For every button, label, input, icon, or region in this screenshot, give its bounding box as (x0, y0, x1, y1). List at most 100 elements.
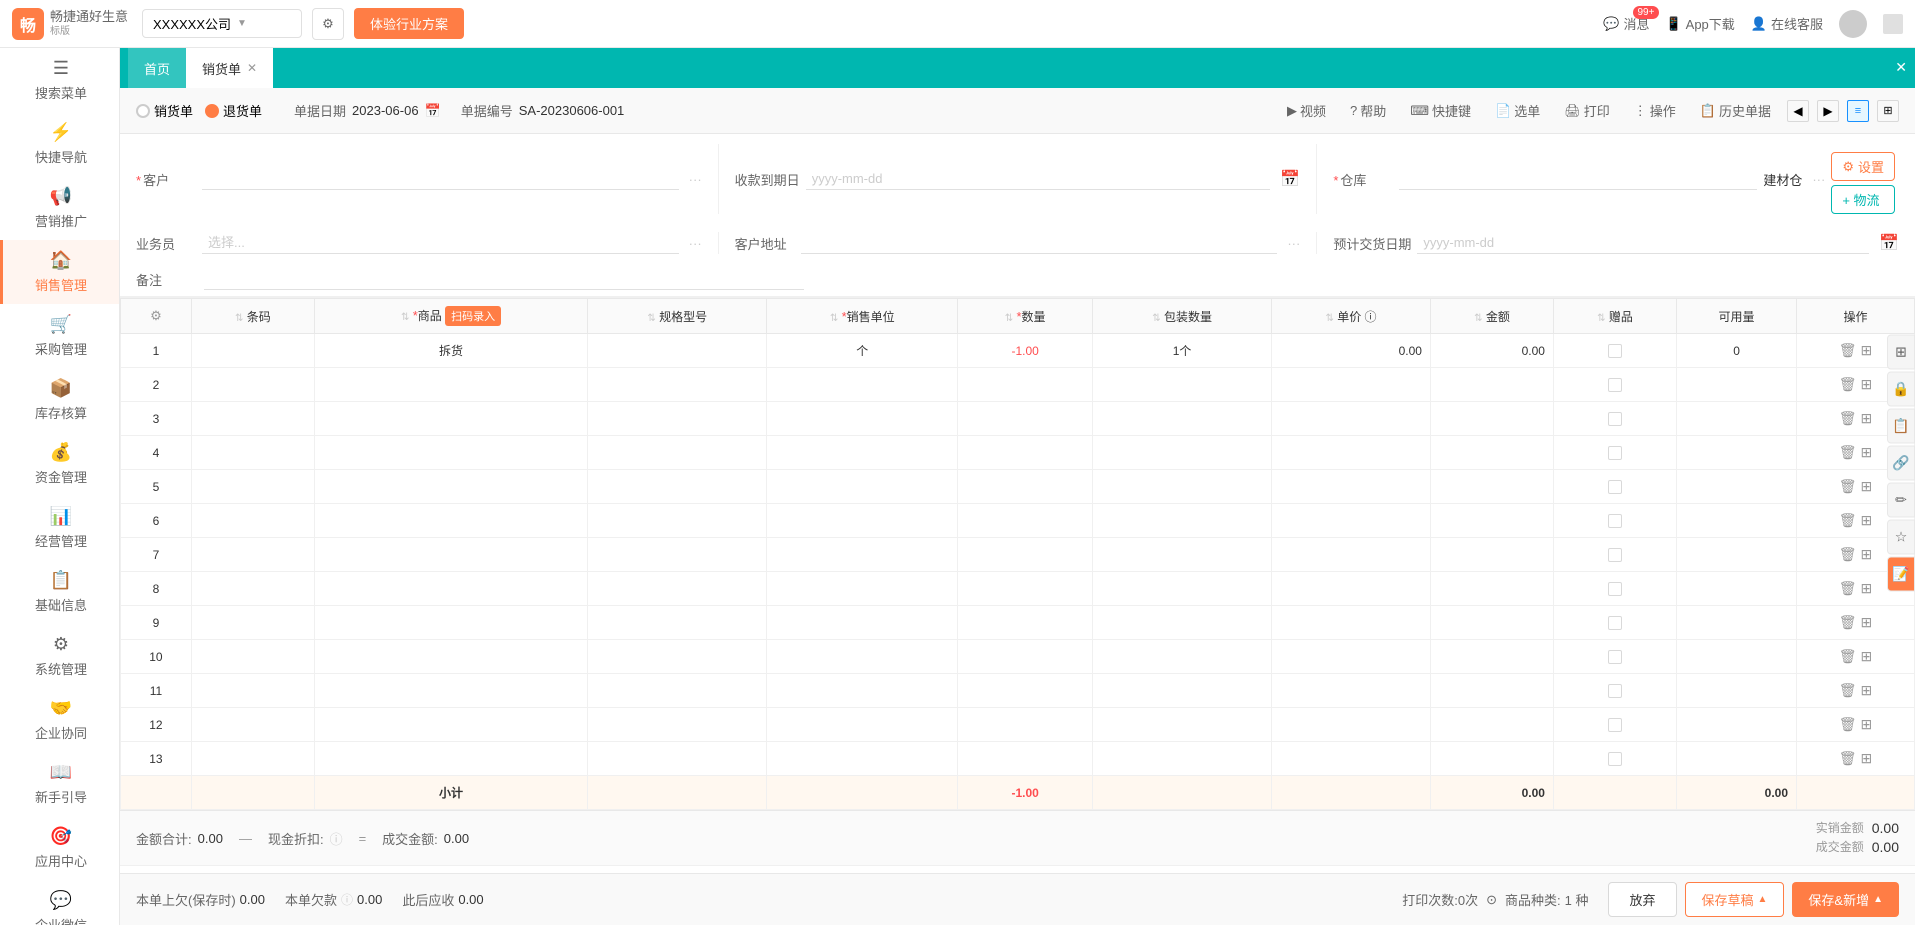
salesperson-input[interactable] (202, 232, 679, 254)
discard-button[interactable]: 放弃 (1608, 882, 1676, 917)
tab-close-all-icon[interactable]: ✕ (1895, 59, 1907, 75)
sidebar-item-purchase[interactable]: 🛒 采购管理 (0, 304, 119, 368)
row-9-copy[interactable]: ⊞ (1861, 614, 1873, 631)
receipt-calendar-icon[interactable]: 📅 (1280, 169, 1300, 189)
select-order-btn[interactable]: 📄 选单 (1487, 98, 1548, 123)
tab-close-icon[interactable]: ✕ (247, 61, 257, 75)
row-4-copy[interactable]: ⊞ (1861, 444, 1873, 461)
row-1-spec[interactable] (588, 334, 767, 368)
sidebar-item-collab[interactable]: 🤝 企业协同 (0, 688, 119, 752)
video-btn[interactable]: ▶ 视频 (1279, 98, 1334, 123)
sidebar-item-finance[interactable]: 💰 资金管理 (0, 432, 119, 496)
customer-dots[interactable]: ··· (689, 172, 702, 187)
row-13-delete[interactable]: 🗑 (1839, 750, 1857, 767)
row-5-copy[interactable]: ⊞ (1861, 478, 1873, 495)
online-service-button[interactable]: 👤 在线客服 (1751, 14, 1823, 33)
row-10-copy[interactable]: ⊞ (1861, 648, 1873, 665)
float-note-btn[interactable]: 📝 (1887, 556, 1915, 591)
sidebar-item-sales[interactable]: 🏠 销售管理 (0, 240, 119, 304)
tab-sales-order[interactable]: 销货单 ✕ (186, 48, 273, 88)
owed-help-icon[interactable]: ⓘ (341, 891, 353, 908)
float-link-btn[interactable]: 🔗 (1887, 445, 1915, 480)
messages-button[interactable]: 💬 消息 99+ (1603, 14, 1649, 33)
discount-help-icon[interactable]: ⓘ (330, 829, 343, 848)
delivery-calendar-icon[interactable]: 📅 (1879, 233, 1899, 253)
scan-input-btn[interactable]: 扫码录入 (445, 306, 501, 326)
row-1-barcode[interactable] (191, 334, 314, 368)
sidebar-item-system[interactable]: ⚙ 系统管理 (0, 624, 119, 688)
salesperson-dots[interactable]: ··· (689, 236, 702, 251)
delivery-date-input[interactable] (1417, 232, 1869, 254)
row-1-copy-btn[interactable]: ⊞ (1861, 342, 1873, 359)
col-settings-header[interactable]: ⚙ (121, 299, 192, 334)
row-10-delete[interactable]: 🗑 (1839, 648, 1857, 665)
save-draft-button[interactable]: 保存草稿 ▲ (1685, 882, 1785, 917)
logistics-btn[interactable]: + 物流 (1831, 185, 1895, 214)
row-1-unit-price[interactable]: 0.00 (1272, 334, 1431, 368)
row-13-copy[interactable]: ⊞ (1861, 750, 1873, 767)
sidebar-item-guide[interactable]: 📖 新手引导 (0, 752, 119, 816)
row-7-delete[interactable]: 🗑 (1839, 546, 1857, 563)
row-12-copy[interactable]: ⊞ (1861, 716, 1873, 733)
row-6-copy[interactable]: ⊞ (1861, 512, 1873, 529)
product-type-selector[interactable]: 商品种类: 1 种 (1505, 890, 1588, 909)
row-6-delete[interactable]: 🗑 (1839, 512, 1857, 529)
user-avatar[interactable] (1839, 10, 1867, 38)
remark-input[interactable] (204, 268, 804, 290)
calendar-icon[interactable]: 📅 (425, 103, 441, 119)
trial-button[interactable]: 体验行业方案 (354, 8, 464, 39)
grid-view-btn[interactable]: ⊞ (1877, 100, 1899, 122)
shortcut-btn[interactable]: ⌨ 快捷键 (1402, 98, 1479, 123)
user-avatar-2[interactable] (1883, 14, 1903, 34)
help-btn[interactable]: ? 帮助 (1342, 98, 1394, 123)
row-8-delete[interactable]: 🗑 (1839, 580, 1857, 597)
save-new-button[interactable]: 保存&新增 ▲ (1792, 882, 1899, 917)
sidebar-item-basic[interactable]: 📋 基础信息 (0, 560, 119, 624)
row-2-copy[interactable]: ⊞ (1861, 376, 1873, 393)
warehouse-input[interactable] (1399, 168, 1757, 190)
operation-btn[interactable]: ⋮ 操作 (1626, 98, 1684, 123)
row-5-delete[interactable]: 🗑 (1839, 478, 1857, 495)
row-12-delete[interactable]: 🗑 (1839, 716, 1857, 733)
float-edit-btn[interactable]: ✏ (1887, 482, 1915, 517)
row-3-delete[interactable]: 🗑 (1839, 410, 1857, 427)
row-1-quantity[interactable]: -1.00 (958, 334, 1093, 368)
row-7-copy[interactable]: ⊞ (1861, 546, 1873, 563)
history-btn[interactable]: 📋 历史单据 (1692, 98, 1779, 123)
radio-sales-order[interactable]: 销货单 (136, 101, 193, 120)
print-btn[interactable]: 🖨 打印 (1556, 98, 1618, 123)
row-3-copy[interactable]: ⊞ (1861, 410, 1873, 427)
float-expand-btn[interactable]: ⊞ (1887, 334, 1915, 369)
sidebar-item-management[interactable]: 📊 经营管理 (0, 496, 119, 560)
row-9-delete[interactable]: 🗑 (1839, 614, 1857, 631)
company-selector[interactable]: XXXXXX公司 ▼ (142, 9, 302, 38)
sidebar-item-quick[interactable]: ⚡ 快捷导航 (0, 112, 119, 176)
row-1-gift[interactable] (1553, 334, 1676, 368)
settings-btn[interactable]: ⚙ 设置 (1831, 152, 1895, 181)
next-btn[interactable]: ▶ (1817, 100, 1839, 122)
sidebar-item-apps[interactable]: 🎯 应用中心 (0, 816, 119, 880)
float-star-btn[interactable]: ☆ (1887, 519, 1915, 554)
list-view-btn[interactable]: ≡ (1847, 100, 1869, 122)
product-type-radio-icon[interactable]: ⊙ (1486, 892, 1497, 908)
sidebar-item-wechat[interactable]: 💬 企业微信 (0, 880, 119, 925)
float-clipboard-btn[interactable]: 📋 (1887, 408, 1915, 443)
settings-gear-button[interactable]: ⚙ (312, 8, 344, 40)
address-dots[interactable]: ··· (1287, 236, 1300, 251)
row-11-copy[interactable]: ⊞ (1861, 682, 1873, 699)
sidebar-item-search[interactable]: ☰ 搜索菜单 (0, 48, 119, 112)
float-lock-btn[interactable]: 🔒 (1887, 371, 1915, 406)
customer-address-input[interactable] (801, 232, 1278, 254)
row-8-copy[interactable]: ⊞ (1861, 580, 1873, 597)
row-4-delete[interactable]: 🗑 (1839, 444, 1857, 461)
sidebar-item-marketing[interactable]: 📢 营销推广 (0, 176, 119, 240)
row-11-delete[interactable]: 🗑 (1839, 682, 1857, 699)
receipt-date-input[interactable] (806, 168, 1271, 190)
sidebar-item-inventory[interactable]: 📦 库存核算 (0, 368, 119, 432)
customer-input[interactable] (202, 168, 679, 190)
tab-home[interactable]: 首页 (128, 48, 186, 88)
app-download-button[interactable]: 📱 App下载 (1665, 14, 1734, 33)
radio-return-order[interactable]: 退货单 (205, 101, 262, 120)
warehouse-dots[interactable]: ··· (1812, 172, 1825, 187)
row-1-delete-btn[interactable]: 🗑 (1839, 342, 1857, 359)
